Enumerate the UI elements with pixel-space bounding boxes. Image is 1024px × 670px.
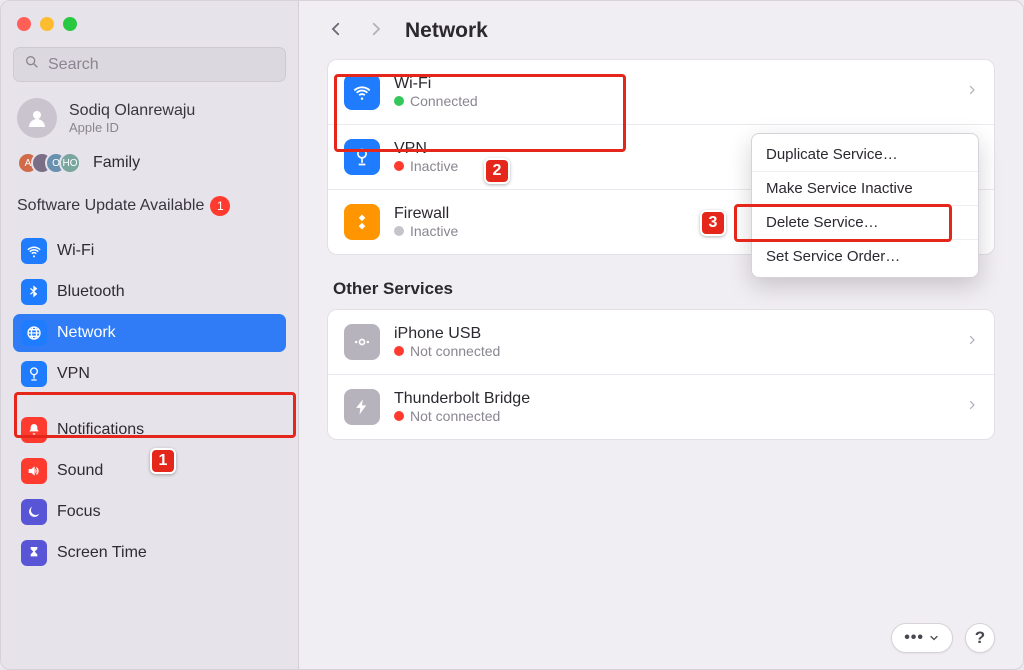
bolt-icon: [344, 389, 380, 425]
back-button[interactable]: [327, 20, 345, 43]
moon-icon: [21, 499, 47, 525]
sidebar-item-label: Wi-Fi: [57, 242, 94, 260]
ellipsis-icon: •••: [904, 629, 924, 647]
service-row-thunderbolt[interactable]: Thunderbolt Bridge Not connected: [328, 374, 994, 439]
globe-icon: [344, 139, 380, 175]
sidebar: Search Sodiq Olanrewaju Apple ID A O HO …: [1, 1, 299, 669]
update-count-badge: 1: [210, 196, 230, 216]
page-title: Network: [405, 19, 488, 43]
ctx-make-service-inactive[interactable]: Make Service Inactive: [752, 171, 978, 205]
sidebar-item-label: Notifications: [57, 421, 144, 439]
service-status: Connected: [410, 93, 478, 109]
service-title: Firewall: [394, 205, 458, 223]
sidebar-item-label: Focus: [57, 503, 101, 521]
bluetooth-icon: [21, 279, 47, 305]
sidebar-item-screen-time[interactable]: Screen Time: [13, 534, 286, 572]
header: Network: [327, 19, 995, 43]
account-row[interactable]: Sodiq Olanrewaju Apple ID: [13, 88, 286, 144]
service-row-iphone-usb[interactable]: iPhone USB Not connected: [328, 310, 994, 374]
service-status: Inactive: [410, 223, 458, 239]
context-menu: Duplicate Service… Make Service Inactive…: [751, 133, 979, 278]
ctx-duplicate-service[interactable]: Duplicate Service…: [752, 138, 978, 171]
service-status: Not connected: [410, 408, 500, 424]
minimize-window-button[interactable]: [40, 17, 54, 31]
help-button[interactable]: ?: [965, 623, 995, 653]
help-icon: ?: [975, 628, 985, 648]
sidebar-item-label: VPN: [57, 365, 90, 383]
service-title: iPhone USB: [394, 325, 500, 343]
hourglass-icon: [21, 540, 47, 566]
sidebar-item-wifi[interactable]: Wi-Fi: [13, 232, 286, 270]
forward-button[interactable]: [367, 20, 385, 43]
more-options-button[interactable]: •••: [891, 623, 953, 653]
ctx-set-service-order[interactable]: Set Service Order…: [752, 239, 978, 273]
main-panel: Network Wi-Fi Connected VPN Inactive: [299, 1, 1023, 669]
bell-icon: [21, 417, 47, 443]
search-input[interactable]: Search: [13, 47, 286, 82]
sidebar-item-label: Sound: [57, 462, 103, 480]
close-window-button[interactable]: [17, 17, 31, 31]
service-title: VPN: [394, 140, 458, 158]
sidebar-item-focus[interactable]: Focus: [13, 493, 286, 531]
wifi-icon: [21, 238, 47, 264]
status-dot: [394, 346, 404, 356]
family-row[interactable]: A O HO Family: [13, 150, 286, 184]
status-dot: [394, 411, 404, 421]
status-dot: [394, 161, 404, 171]
chevron-right-icon: [966, 333, 978, 351]
usb-icon: [344, 324, 380, 360]
sidebar-item-label: Network: [57, 324, 116, 342]
software-update-row[interactable]: Software Update Available 1: [13, 190, 286, 226]
sidebar-item-label: Bluetooth: [57, 283, 125, 301]
firewall-icon: [344, 204, 380, 240]
globe-icon: [21, 320, 47, 346]
search-icon: [24, 54, 40, 75]
sidebar-item-bluetooth[interactable]: Bluetooth: [13, 273, 286, 311]
sound-icon: [21, 458, 47, 484]
service-status: Not connected: [410, 343, 500, 359]
chevron-right-icon: [966, 83, 978, 101]
wifi-icon: [344, 74, 380, 110]
sidebar-item-vpn[interactable]: VPN: [13, 355, 286, 393]
status-dot: [394, 96, 404, 106]
ctx-delete-service[interactable]: Delete Service…: [752, 205, 978, 239]
account-name: Sodiq Olanrewaju: [69, 102, 195, 120]
vpn-icon: [21, 361, 47, 387]
search-placeholder: Search: [48, 56, 99, 74]
chevron-right-icon: [966, 398, 978, 416]
page-actions: ••• ?: [891, 623, 995, 653]
zoom-window-button[interactable]: [63, 17, 77, 31]
sidebar-nav: Wi-Fi Bluetooth Network VPN Notification…: [13, 232, 286, 572]
family-avatar: HO: [59, 152, 81, 174]
avatar: [17, 98, 57, 138]
software-update-text: Software Update Available: [17, 197, 204, 215]
sidebar-item-sound[interactable]: Sound: [13, 452, 286, 490]
family-label: Family: [93, 154, 140, 172]
service-row-wifi[interactable]: Wi-Fi Connected: [328, 60, 994, 124]
family-avatars: A O HO: [17, 152, 81, 174]
sidebar-item-notifications[interactable]: Notifications: [13, 411, 286, 449]
sidebar-item-network[interactable]: Network: [13, 314, 286, 352]
window-controls: [13, 15, 286, 41]
sidebar-item-label: Screen Time: [57, 544, 147, 562]
chevron-down-icon: [928, 632, 940, 644]
service-title: Thunderbolt Bridge: [394, 390, 530, 408]
service-title: Wi-Fi: [394, 75, 478, 93]
status-dot: [394, 226, 404, 236]
service-status: Inactive: [410, 158, 458, 174]
other-services-heading: Other Services: [333, 279, 995, 299]
other-services-card: iPhone USB Not connected Thunderbolt Bri…: [327, 309, 995, 440]
account-sub: Apple ID: [69, 120, 195, 135]
